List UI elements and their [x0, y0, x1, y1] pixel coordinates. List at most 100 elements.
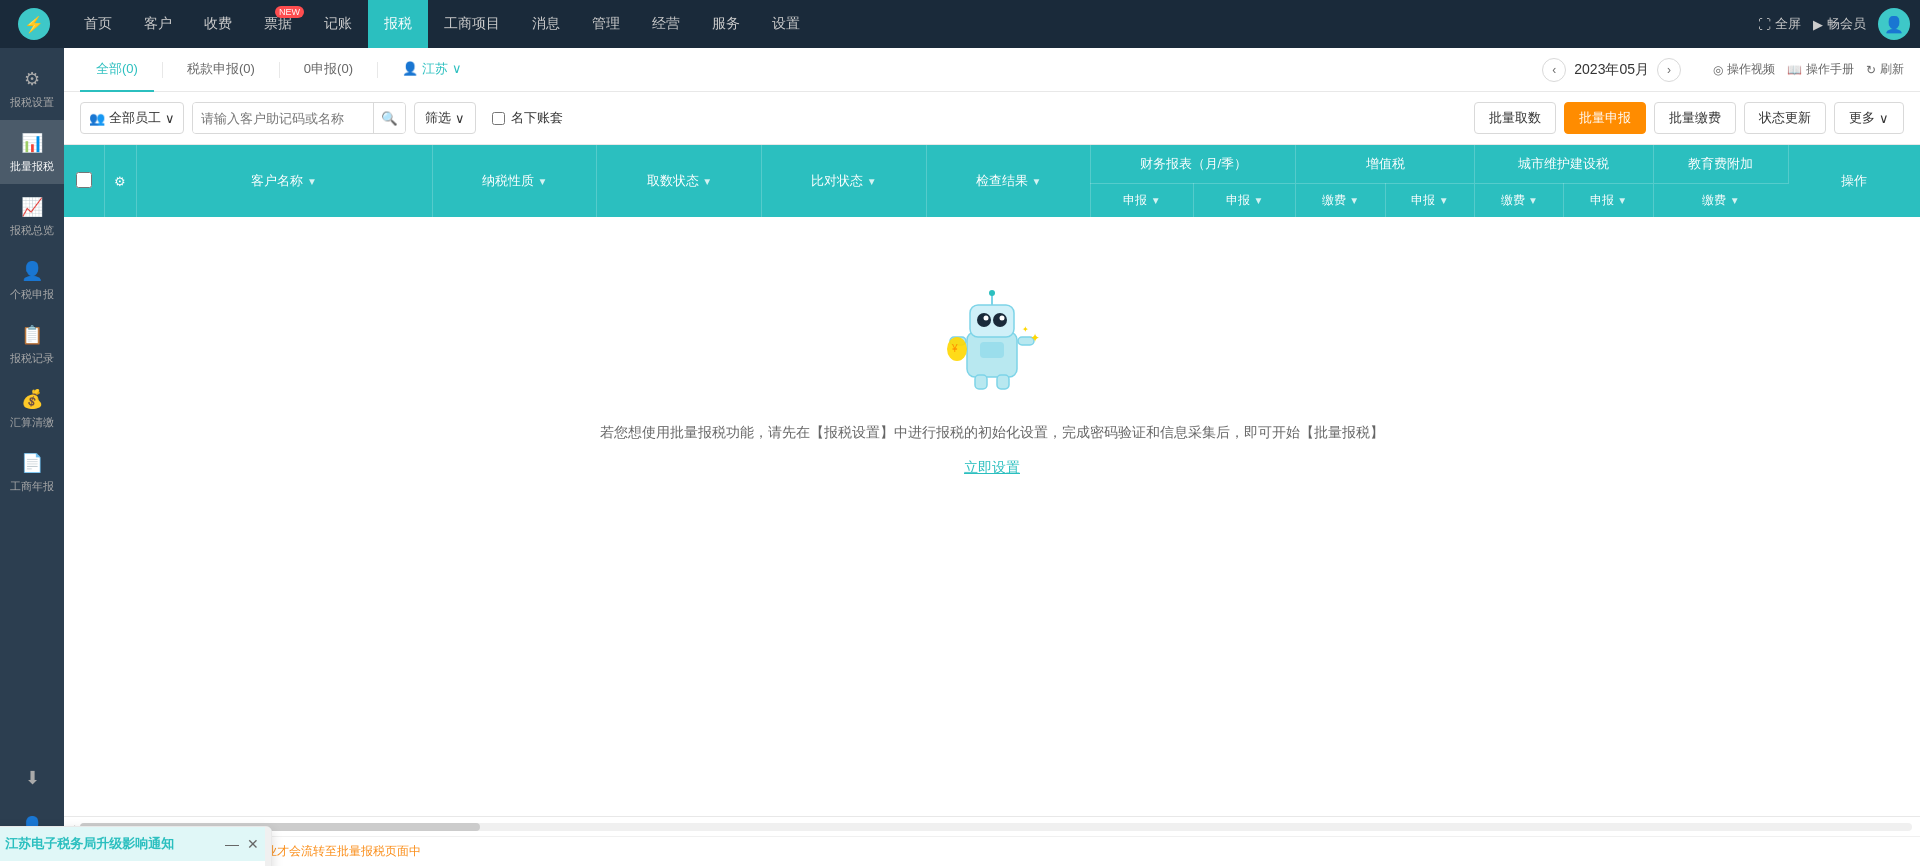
main-content: 全部(0) 税款申报(0) 0申报(0) 👤 江苏 ∨ ‹ 2023年05月 ›…	[64, 48, 1920, 866]
fetch-status-sort-icon[interactable]: ▼	[702, 176, 712, 187]
nav-tax[interactable]: 报税	[368, 0, 428, 48]
tab-zero-declare[interactable]: 0申报(0)	[288, 48, 369, 92]
setup-link[interactable]: 立即设置	[964, 459, 1020, 477]
toolbar: 👥 全部员工 ∨ 🔍 筛选 ∨ 名下账套 批量取数 批量申报 批量缴费 状态更新…	[64, 92, 1920, 145]
logo-icon: ⚡	[18, 8, 50, 40]
more-btn[interactable]: 更多 ∨	[1834, 102, 1904, 134]
notification-scrollbar[interactable]	[265, 827, 271, 866]
nav-accounting[interactable]: 记账	[308, 0, 368, 48]
batch-fetch-btn[interactable]: 批量取数	[1474, 102, 1556, 134]
nav-invoice[interactable]: 票据 NEW	[248, 0, 308, 48]
nav-manage[interactable]: 管理	[576, 0, 636, 48]
nav-home[interactable]: 首页	[68, 0, 128, 48]
financial-declare-sort[interactable]: ▼	[1151, 195, 1161, 206]
table-settings-icon[interactable]: ⚙	[114, 174, 126, 189]
nav-service[interactable]: 服务	[696, 0, 756, 48]
vat-pay-sort[interactable]: ▼	[1349, 195, 1359, 206]
city-pay-sort[interactable]: ▼	[1528, 195, 1538, 206]
bottom-warning-bar: ⚠ 验证账密、采集信息均成功的企业才会流转至批量报税页面中	[64, 836, 1920, 866]
region-icon: 👤	[402, 61, 418, 76]
sidebar-item-settlement[interactable]: 💰 汇算清缴	[0, 376, 64, 440]
scrollbar-track	[80, 823, 1912, 831]
employee-icon: 👥	[89, 111, 105, 126]
tab-divider-1	[162, 62, 163, 78]
svg-rect-12	[980, 342, 1004, 358]
region-label: 江苏	[422, 60, 448, 78]
sidebar-item-personal-tax[interactable]: 👤 个税申报	[0, 248, 64, 312]
refresh-action[interactable]: ↻ 刷新	[1866, 61, 1904, 78]
svg-point-4	[984, 316, 989, 321]
header-financial-report: 财务报表（月/季）	[1091, 145, 1296, 184]
tab-region[interactable]: 👤 江苏 ∨	[386, 48, 478, 92]
tax-records-icon: 📋	[20, 323, 44, 347]
batch-declare-btn[interactable]: 批量申报	[1564, 102, 1646, 134]
select-all-checkbox[interactable]	[76, 172, 92, 188]
fullscreen-btn[interactable]: ⛶ 全屏	[1758, 15, 1801, 33]
header-city-declare: 申报 ▼	[1385, 184, 1474, 218]
sub-accounts-checkbox-label[interactable]: 名下账套	[492, 109, 563, 127]
svg-rect-10	[975, 375, 987, 389]
nav-settings[interactable]: 设置	[756, 0, 816, 48]
more-dropdown-icon: ∨	[1879, 111, 1889, 126]
video-icon: ◎	[1713, 63, 1723, 77]
sidebar-item-tax-settings[interactable]: ⚙ 报税设置	[0, 56, 64, 120]
refresh-icon: ↻	[1866, 63, 1876, 77]
nav-customer[interactable]: 客户	[128, 0, 188, 48]
member-btn[interactable]: ▶ 畅会员	[1813, 15, 1866, 33]
nav-biz[interactable]: 工商项目	[428, 0, 516, 48]
filter-button[interactable]: 筛选 ∨	[414, 102, 476, 134]
table-body: ¥ ✦ ✦ 若您想使用批量报税功能，请先在【报税设置】中进行报税的初始化设置，完…	[64, 217, 1920, 537]
month-prev-btn[interactable]: ‹	[1542, 58, 1566, 82]
month-next-btn[interactable]: ›	[1657, 58, 1681, 82]
tab-tax-declare[interactable]: 税款申报(0)	[171, 48, 271, 92]
vat-declare-sort[interactable]: ▼	[1253, 195, 1263, 206]
svg-point-7	[989, 290, 995, 296]
compare-status-sort-icon[interactable]: ▼	[867, 176, 877, 187]
robot-illustration: ¥ ✦ ✦	[932, 277, 1052, 397]
check-result-sort-icon[interactable]: ▼	[1031, 176, 1041, 187]
tax-nature-sort-icon[interactable]: ▼	[538, 176, 548, 187]
download-btn[interactable]: ⬇	[0, 754, 64, 802]
batch-pay-btn[interactable]: 批量缴费	[1654, 102, 1736, 134]
header-settings-cell: ⚙	[104, 145, 136, 217]
status-update-btn[interactable]: 状态更新	[1744, 102, 1826, 134]
city-declare-sort[interactable]: ▼	[1439, 195, 1449, 206]
sidebar-item-tax-overview[interactable]: 📈 报税总览	[0, 184, 64, 248]
search-input[interactable]	[193, 103, 373, 133]
fullscreen-icon: ⛶	[1758, 17, 1771, 32]
employee-select[interactable]: 👥 全部员工 ∨	[80, 102, 184, 134]
header-city-pay: 缴费 ▼	[1475, 184, 1564, 218]
annual-report-icon: 📄	[20, 451, 44, 475]
region-dropdown-icon: ∨	[452, 61, 462, 76]
avatar[interactable]: 👤	[1878, 8, 1910, 40]
header-tax-nature: 纳税性质 ▼	[432, 145, 597, 217]
svg-point-5	[1000, 316, 1005, 321]
nav-operation[interactable]: 经营	[636, 0, 696, 48]
svg-rect-1	[970, 305, 1014, 337]
edu-declare-sort[interactable]: ▼	[1617, 195, 1627, 206]
sidebar-item-annual-report[interactable]: 📄 工商年报	[0, 440, 64, 504]
sidebar-item-batch-tax[interactable]: 📊 批量报税	[0, 120, 64, 184]
customer-sort-icon[interactable]: ▼	[307, 176, 317, 187]
manual-action[interactable]: 📖 操作手册	[1787, 61, 1854, 78]
header-customer-name: 客户名称 ▼	[136, 145, 432, 217]
sub-accounts-checkbox[interactable]	[492, 112, 505, 125]
search-button[interactable]: 🔍	[373, 102, 405, 134]
header-financial-declare: 申报 ▼	[1091, 184, 1194, 218]
month-display: 2023年05月	[1574, 61, 1649, 79]
nav-message[interactable]: 消息	[516, 0, 576, 48]
notification-close-btn[interactable]: ✕	[247, 836, 259, 852]
header-vat-pay: 缴费 ▼	[1296, 184, 1385, 218]
sidebar-item-tax-records[interactable]: 📋 报税记录	[0, 312, 64, 376]
main-table: ⚙ 客户名称 ▼ 纳税性质 ▼ 取数状态 ▼ 比对状态 ▼	[64, 145, 1920, 537]
tab-all[interactable]: 全部(0)	[80, 48, 154, 92]
video-action[interactable]: ◎ 操作视频	[1713, 61, 1775, 78]
notification-minimize-btn[interactable]: —	[225, 836, 239, 852]
header-city-tax: 城市维护建设税	[1475, 145, 1654, 184]
edu-pay-sort[interactable]: ▼	[1730, 195, 1740, 206]
nav-collection[interactable]: 收费	[188, 0, 248, 48]
tabs-bar: 全部(0) 税款申报(0) 0申报(0) 👤 江苏 ∨ ‹ 2023年05月 ›…	[64, 48, 1920, 92]
new-badge: NEW	[275, 6, 304, 18]
notification-panel: 江苏电子税务局升级影响通知 — ✕ 尊敬的用户: 受当前电子税务局进一步升级的影…	[0, 826, 272, 866]
tab-divider-2	[279, 62, 280, 78]
